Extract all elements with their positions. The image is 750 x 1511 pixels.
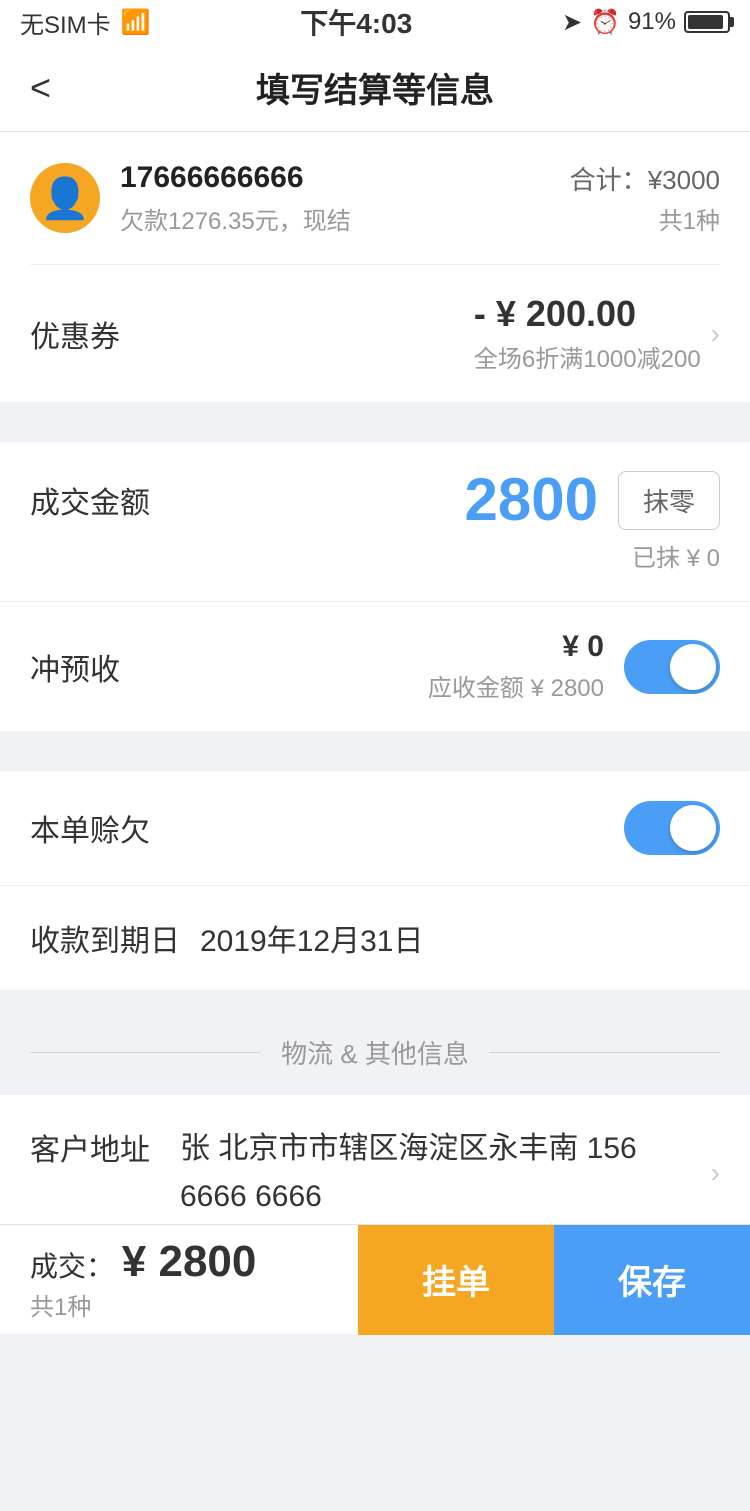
due-date-section: 收款到期日 2019年12月31日 — [0, 885, 750, 990]
deal-sub: 已抹 ¥ 0 — [30, 538, 720, 573]
prepay-toggle[interactable] — [624, 640, 720, 694]
wifi-icon: 📶 — [121, 8, 151, 37]
status-right: ➤ ⏰ 91% — [562, 8, 730, 37]
coupon-amount: - ¥ 200.00 — [474, 293, 701, 335]
debt-toggle[interactable] — [624, 801, 720, 855]
nav-bar: < 填写结算等信息 — [0, 44, 750, 132]
prepay-row: 冲预收 ¥ 0 应收金额 ¥ 2800 — [30, 630, 720, 703]
avatar: 👤 — [30, 163, 100, 233]
coupon-info: - ¥ 200.00 全场6折满1000减200 — [474, 293, 701, 374]
status-time: 下午4:03 — [300, 2, 412, 42]
logistics-line-left — [30, 1052, 261, 1053]
page-title: 填写结算等信息 — [256, 63, 494, 112]
coupon-desc: 全场6折满1000减200 — [474, 339, 701, 374]
address-label: 客户地址 — [30, 1125, 150, 1169]
deal-label: 成交金额 — [30, 478, 150, 522]
user-right: 合计：¥3000 共1种 — [570, 160, 720, 236]
bottom-deal-amount: ¥ 2800 — [122, 1237, 257, 1286]
battery-percent: 91% — [628, 8, 676, 36]
gray-spacer-2 — [0, 751, 750, 771]
user-left: 👤 17666666666 欠款1276.35元，现结 — [30, 161, 351, 236]
prepay-amount-wrap: ¥ 0 应收金额 ¥ 2800 — [428, 630, 604, 703]
user-phone: 17666666666 — [120, 161, 351, 195]
deal-amount-row: 成交金额 2800 抹零 已抹 ¥ 0 — [0, 442, 750, 601]
user-info-card: 👤 17666666666 欠款1276.35元，现结 合计：¥3000 共1种… — [0, 132, 750, 402]
bottom-left: 成交： ¥ 2800 共1种 — [0, 1237, 358, 1322]
bottom-deal-count: 共1种 — [30, 1287, 328, 1322]
bottom-deal-label: 成交： — [30, 1251, 114, 1282]
user-subtitle: 欠款1276.35元，现结 — [120, 201, 351, 236]
status-bar: 无SIM卡 📶 下午4:03 ➤ ⏰ 91% — [0, 0, 750, 44]
user-avatar-icon: 👤 — [40, 175, 90, 222]
logistics-divider: 物流 & 其他信息 — [0, 1010, 750, 1095]
debt-row: 本单赊欠 — [30, 801, 720, 855]
address-value: 张 北京市市辖区海淀区永丰南 156 6666 6666 — [180, 1125, 701, 1221]
bottom-bar: 成交： ¥ 2800 共1种 挂单 保存 — [0, 1224, 750, 1334]
coupon-label: 优惠券 — [30, 312, 120, 356]
coupon-chevron-icon: › — [711, 318, 720, 350]
coupon-right: - ¥ 200.00 全场6折满1000减200 › — [474, 293, 720, 374]
due-date-value: 2019年12月31日 — [200, 916, 423, 960]
pending-button[interactable]: 挂单 — [358, 1225, 554, 1335]
deal-amount-wrap: 2800 抹零 — [465, 470, 721, 530]
user-row: 👤 17666666666 欠款1276.35元，现结 合计：¥3000 共1种 — [0, 132, 750, 264]
debt-toggle-knob — [670, 805, 716, 851]
deal-row: 成交金额 2800 抹零 — [30, 470, 720, 530]
bottom-deal-row: 成交： ¥ 2800 — [30, 1237, 328, 1287]
user-info: 17666666666 欠款1276.35元，现结 — [120, 161, 351, 236]
prepay-amount: ¥ 0 — [428, 630, 604, 664]
debt-card: 本单赊欠 收款到期日 2019年12月31日 — [0, 771, 750, 990]
back-button[interactable]: < — [20, 57, 61, 119]
debt-section: 本单赊欠 — [0, 771, 750, 885]
due-row: 收款到期日 2019年12月31日 — [30, 916, 720, 960]
deal-amount: 2800 — [465, 470, 598, 530]
round-button[interactable]: 抹零 — [618, 471, 720, 530]
gray-spacer-1 — [0, 422, 750, 442]
prepay-section: 冲预收 ¥ 0 应收金额 ¥ 2800 — [0, 601, 750, 731]
sim-label: 无SIM卡 — [20, 5, 111, 40]
prepay-toggle-knob — [670, 644, 716, 690]
logistics-line-right — [489, 1052, 720, 1053]
prepay-sub: 应收金额 ¥ 2800 — [428, 668, 604, 703]
deal-section: 成交金额 2800 抹零 已抹 ¥ 0 冲预收 ¥ 0 应收金额 ¥ 2800 — [0, 442, 750, 731]
battery-icon — [684, 11, 730, 33]
location-icon: ➤ — [562, 8, 582, 37]
address-chevron-icon: › — [711, 1157, 720, 1189]
prepay-label: 冲预收 — [30, 645, 120, 689]
status-left: 无SIM卡 📶 — [20, 5, 151, 40]
prepay-right: ¥ 0 应收金额 ¥ 2800 — [428, 630, 720, 703]
total-count: 共1种 — [570, 201, 720, 236]
due-label: 收款到期日 — [30, 916, 180, 960]
coupon-row[interactable]: 优惠券 - ¥ 200.00 全场6折满1000减200 › — [0, 265, 750, 402]
alarm-icon: ⏰ — [590, 8, 620, 37]
address-row: 客户地址 张 北京市市辖区海淀区永丰南 156 6666 6666 › — [30, 1125, 720, 1221]
logistics-text: 物流 & 其他信息 — [261, 1034, 489, 1071]
total-label: 合计：¥3000 — [570, 160, 720, 197]
save-button[interactable]: 保存 — [554, 1225, 750, 1335]
debt-label: 本单赊欠 — [30, 806, 150, 850]
